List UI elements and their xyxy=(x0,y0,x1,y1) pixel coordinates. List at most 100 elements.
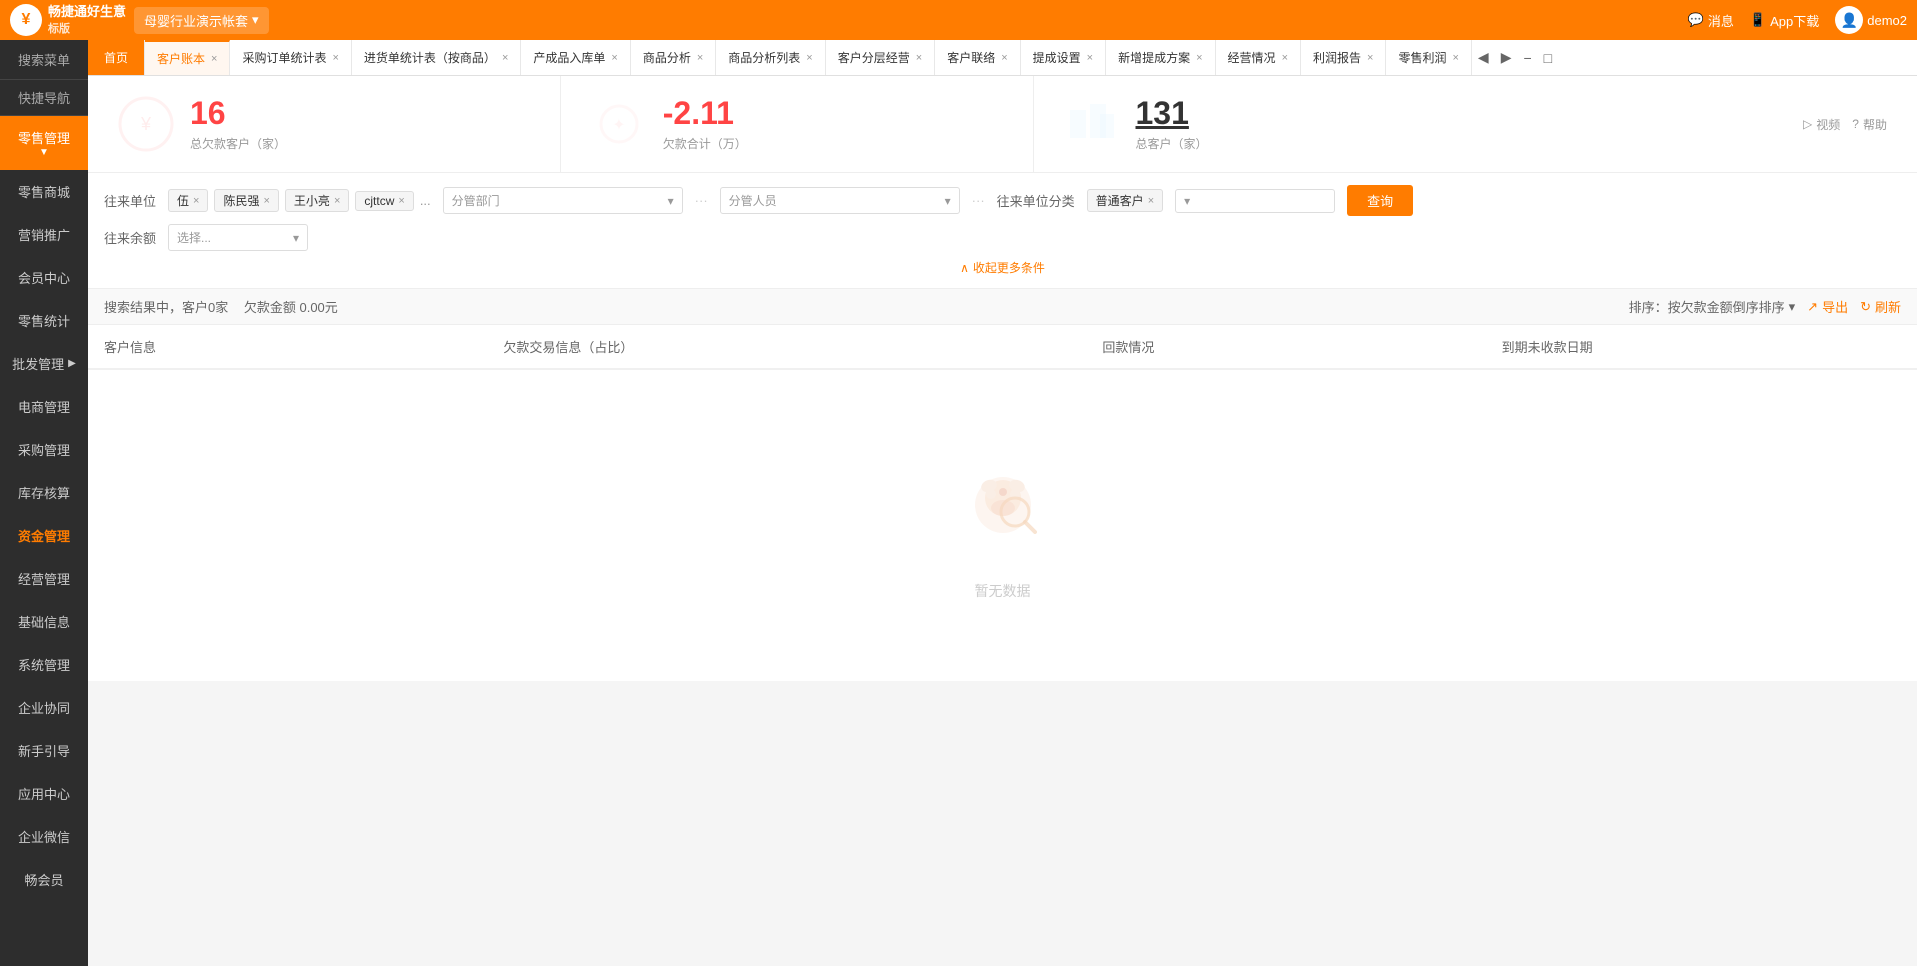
sidebar-item-enterprise[interactable]: 企业协同 xyxy=(0,686,88,729)
filter-dept-select[interactable]: 分管部门 ▾ xyxy=(443,187,683,214)
collapse-button[interactable]: ∧ 收起更多条件 xyxy=(960,259,1045,276)
sidebar-item-ecommerce[interactable]: 电商管理 xyxy=(0,385,88,428)
tab-next-button[interactable]: ▶ xyxy=(1495,49,1518,66)
filter-tag-remove[interactable]: × xyxy=(334,195,340,207)
tab-goods-list[interactable]: 商品分析列表 × xyxy=(716,40,825,76)
sort-selector[interactable]: 排序：按欠款金额倒序排序 ▾ xyxy=(1629,297,1796,316)
sidebar-item-wechat[interactable]: 企业微信 xyxy=(0,815,88,858)
filter-person-select[interactable]: 分管人员 ▾ xyxy=(720,187,960,214)
tab-close-icon[interactable]: × xyxy=(332,52,338,64)
sidebar-item-guide[interactable]: 新手引导 xyxy=(0,729,88,772)
tab-customer-contact[interactable]: 客户联络 × xyxy=(935,40,1020,76)
sidebar-item-finance[interactable]: 资金管理 xyxy=(0,514,88,557)
filter-balance-placeholder: 选择... xyxy=(177,229,211,246)
stat-icon-debt: ✦ xyxy=(591,96,647,152)
stat-total-customers: ¥ 16 总欠款客户（家） xyxy=(88,76,561,172)
tab-close-icon[interactable]: × xyxy=(916,52,922,64)
tab-goods-analysis[interactable]: 商品分析 × xyxy=(631,40,716,76)
filter-dept-placeholder: 分管部门 xyxy=(452,192,500,209)
filter-unit-type-remove[interactable]: × xyxy=(1148,195,1154,207)
query-button[interactable]: 查询 xyxy=(1347,185,1413,216)
filter-tag-remove[interactable]: × xyxy=(263,195,269,207)
sidebar-item-inventory[interactable]: 库存核算 xyxy=(0,471,88,514)
tab-close-icon[interactable]: × xyxy=(1196,52,1202,64)
message-button[interactable]: 💬 消息 xyxy=(1688,11,1734,30)
message-icon: 💬 xyxy=(1688,12,1704,28)
sidebar-item-purchase[interactable]: 采购管理 xyxy=(0,428,88,471)
tab-close-icon[interactable]: × xyxy=(1001,52,1007,64)
filter-tag-2[interactable]: 王小亮 × xyxy=(285,189,349,212)
tab-operations[interactable]: 经营情况 × xyxy=(1216,40,1301,76)
tab-customer-ledger[interactable]: 客户账本 × xyxy=(145,40,230,76)
filter-tag-remove[interactable]: × xyxy=(398,195,404,207)
tab-close-icon[interactable]: × xyxy=(697,52,703,64)
tab-commission-plan[interactable]: 新增提成方案 × xyxy=(1106,40,1215,76)
tab-profit-report[interactable]: 利润报告 × xyxy=(1301,40,1386,76)
sidebar-item-system[interactable]: 系统管理 xyxy=(0,643,88,686)
tab-label: 客户分层经营 xyxy=(838,49,910,66)
store-dropdown-icon: ▾ xyxy=(252,12,259,28)
tab-retail-profit[interactable]: 零售利润 × xyxy=(1386,40,1471,76)
user-profile[interactable]: 👤 demo2 xyxy=(1835,6,1907,34)
filter-unit-type-tag[interactable]: 普通客户 × xyxy=(1087,189,1163,212)
filter-balance-select[interactable]: 选择... ▾ xyxy=(168,224,308,251)
tab-production[interactable]: 产成品入库单 × xyxy=(521,40,630,76)
sort-dropdown-icon: ▾ xyxy=(1789,299,1796,315)
sidebar-item-quicknav[interactable]: 快捷导航 xyxy=(0,80,88,116)
tab-close-icon[interactable]: × xyxy=(1367,52,1373,64)
sidebar-item-marketing[interactable]: 营销推广 xyxy=(0,213,88,256)
sidebar-item-operations[interactable]: 经营管理 xyxy=(0,557,88,600)
sidebar-item-retail[interactable]: 零售管理 ▼ xyxy=(0,116,88,170)
col-header-debt: 欠款交易信息（占比） xyxy=(503,337,1102,356)
sort-label: 排序：按欠款金额倒序排序 xyxy=(1629,297,1785,316)
empty-icon xyxy=(953,450,1053,569)
tab-prev-button[interactable]: ◀ xyxy=(1472,49,1495,66)
sidebar-item-search[interactable]: 搜索菜单 xyxy=(0,40,88,80)
filter-tag-3[interactable]: cjttcw × xyxy=(355,191,413,211)
sidebar-item-basic-info[interactable]: 基础信息 xyxy=(0,600,88,643)
tab-bar: 首页 客户账本 × 采购订单统计表 × 进货单统计表（按商品） × 产成品入库单… xyxy=(88,40,1917,76)
sidebar-item-member2[interactable]: 畅会员 xyxy=(0,858,88,901)
filter-tag-0[interactable]: 伍 × xyxy=(168,189,208,212)
sidebar-item-retail-stats[interactable]: 零售统计 xyxy=(0,299,88,342)
tab-close-icon[interactable]: × xyxy=(1452,52,1458,64)
tab-close-icon[interactable]: × xyxy=(1087,52,1093,64)
filter-tag-text: cjttcw xyxy=(364,194,394,208)
store-selector[interactable]: 母婴行业演示帐套 ▾ xyxy=(134,7,269,34)
tab-close-icon[interactable]: × xyxy=(502,52,508,64)
sidebar-item-retail-mall[interactable]: 零售商城 xyxy=(0,170,88,213)
tab-purchase-stats[interactable]: 采购订单统计表 × xyxy=(230,40,351,76)
help-icon: ? xyxy=(1852,117,1859,131)
tab-maximize-button[interactable]: □ xyxy=(1538,50,1558,66)
sidebar-item-member[interactable]: 会员中心 xyxy=(0,256,88,299)
filter-tag-1[interactable]: 陈民强 × xyxy=(214,189,278,212)
col-header-customer: 客户信息 xyxy=(104,337,503,356)
tab-close-icon[interactable]: × xyxy=(211,53,217,65)
result-count: 搜索结果中，客户0家 xyxy=(104,300,228,315)
sidebar-item-wholesale[interactable]: 批发管理▶ xyxy=(0,342,88,385)
result-bar-right: 排序：按欠款金额倒序排序 ▾ ↗ 导出 ↻ 刷新 xyxy=(1629,297,1901,316)
refresh-button[interactable]: ↻ 刷新 xyxy=(1860,297,1901,316)
sidebar-item-app-center[interactable]: 应用中心 xyxy=(0,772,88,815)
help-button[interactable]: ? 帮助 xyxy=(1852,116,1887,133)
tab-label: 利润报告 xyxy=(1313,49,1361,66)
tab-close-icon[interactable]: × xyxy=(806,52,812,64)
svg-text:¥: ¥ xyxy=(140,114,152,134)
tab-label: 客户账本 xyxy=(157,50,205,67)
tab-customer-tier[interactable]: 客户分层经营 × xyxy=(826,40,935,76)
filter-unit-type-select[interactable]: ▾ xyxy=(1175,189,1335,213)
tab-commission-settings[interactable]: 提成设置 × xyxy=(1021,40,1106,76)
tab-stock-stats[interactable]: 进货单统计表（按商品） × xyxy=(352,40,521,76)
app-download-button[interactable]: 📱 App下载 xyxy=(1750,11,1819,30)
tab-minimize-button[interactable]: − xyxy=(1517,50,1537,66)
result-summary: 搜索结果中，客户0家 欠款金额 0.00元 xyxy=(104,297,338,316)
tab-close-icon[interactable]: × xyxy=(1282,52,1288,64)
export-button[interactable]: ↗ 导出 xyxy=(1807,297,1848,316)
export-icon: ↗ xyxy=(1807,299,1818,315)
filter-more-button[interactable]: ... xyxy=(420,193,431,208)
username: demo2 xyxy=(1867,13,1907,28)
tab-close-icon[interactable]: × xyxy=(611,52,617,64)
video-button[interactable]: ▷ 视频 xyxy=(1803,116,1840,133)
tab-home[interactable]: 首页 xyxy=(88,40,145,76)
filter-tag-remove[interactable]: × xyxy=(193,195,199,207)
